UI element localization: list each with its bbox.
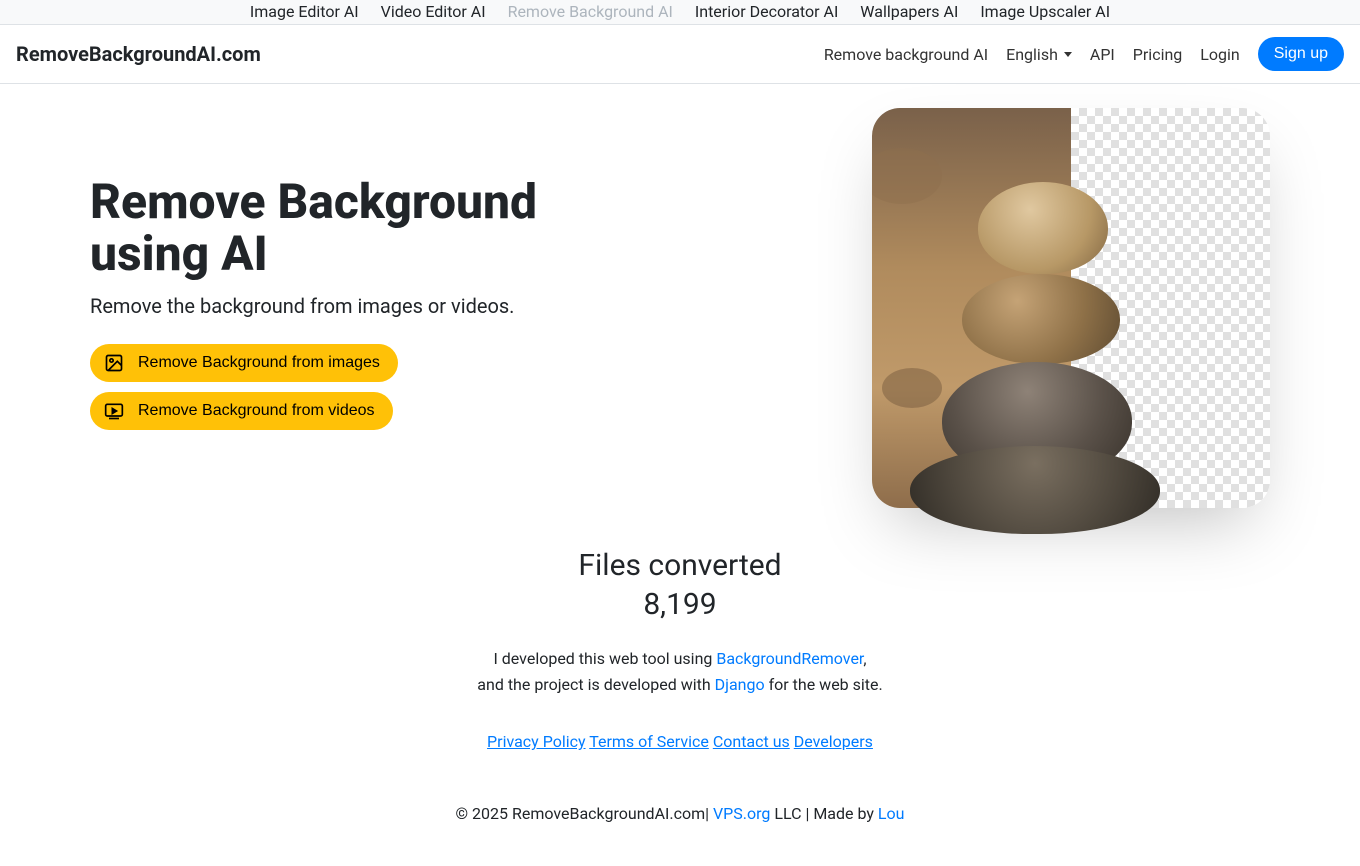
footer-text: and the project is developed with — [477, 675, 714, 694]
button-label: Remove Background from images — [138, 354, 380, 372]
nav-remove-background[interactable]: Remove background AI — [824, 45, 988, 64]
footer-legal-links: Privacy Policy Terms of Service Contact … — [0, 729, 1360, 755]
link-contact-us[interactable]: Contact us — [713, 732, 790, 751]
hero-title: Remove Background using AI — [90, 176, 650, 280]
footer-text: I developed this web tool using — [493, 649, 716, 668]
footer-credit-line-1: I developed this web tool using Backgrou… — [0, 646, 1360, 672]
footer-text: , — [863, 649, 866, 668]
signup-button[interactable]: Sign up — [1258, 37, 1344, 71]
network-nav-link[interactable]: Wallpapers AI — [860, 2, 958, 22]
remove-bg-images-button[interactable]: Remove Background from images — [90, 344, 398, 382]
footer-text: LLC | Made by — [770, 804, 878, 823]
footer-text: for the web site. — [765, 675, 883, 694]
site-header: RemoveBackgroundAI.com Remove background… — [0, 25, 1360, 84]
network-nav-link[interactable]: Image Upscaler AI — [980, 2, 1110, 22]
link-terms-of-service[interactable]: Terms of Service — [589, 732, 709, 751]
link-vps-org[interactable]: VPS.org — [713, 804, 770, 823]
footer-credit-line-2: and the project is developed with Django… — [0, 672, 1360, 698]
language-dropdown[interactable]: English — [1006, 45, 1072, 64]
hero-subtitle: Remove the background from images or vid… — [90, 294, 650, 318]
network-nav-link-active[interactable]: Remove Background AI — [508, 2, 673, 22]
hero-preview-image — [872, 108, 1270, 508]
stats-section: Files converted 8,199 — [0, 548, 1360, 646]
network-nav-link[interactable]: Video Editor AI — [381, 2, 486, 22]
footer-copyright: © 2025 RemoveBackgroundAI.com| VPS.org L… — [0, 801, 1360, 827]
brand-logo[interactable]: RemoveBackgroundAI.com — [16, 42, 261, 66]
video-icon — [104, 401, 124, 421]
link-privacy-policy[interactable]: Privacy Policy — [487, 732, 586, 751]
footer-text: © 2025 RemoveBackgroundAI.com| — [456, 804, 713, 823]
site-footer: I developed this web tool using Backgrou… — [0, 646, 1360, 866]
main-nav: Remove background AI English API Pricing… — [824, 37, 1344, 71]
stats-label: Files converted — [0, 548, 1360, 583]
hero-section: Remove Background using AI Remove the ba… — [90, 84, 1270, 548]
image-icon — [104, 353, 124, 373]
hero-preview-original — [872, 108, 1071, 508]
nav-api[interactable]: API — [1090, 45, 1115, 64]
stats-count: 8,199 — [0, 587, 1360, 622]
link-lou[interactable]: Lou — [878, 804, 905, 823]
link-developers[interactable]: Developers — [794, 732, 873, 751]
remove-bg-videos-button[interactable]: Remove Background from videos — [90, 392, 393, 430]
link-backgroundremover[interactable]: BackgroundRemover — [716, 649, 863, 668]
language-label: English — [1006, 45, 1058, 64]
chevron-down-icon — [1064, 52, 1072, 57]
network-nav-bar: Image Editor AI Video Editor AI Remove B… — [0, 0, 1360, 25]
nav-pricing[interactable]: Pricing — [1133, 45, 1183, 64]
hero-preview-transparent — [1071, 108, 1270, 508]
network-nav-link[interactable]: Interior Decorator AI — [695, 2, 838, 22]
nav-login[interactable]: Login — [1200, 45, 1239, 64]
link-django[interactable]: Django — [715, 675, 765, 694]
button-label: Remove Background from videos — [138, 402, 375, 420]
network-nav-link[interactable]: Image Editor AI — [250, 2, 359, 22]
